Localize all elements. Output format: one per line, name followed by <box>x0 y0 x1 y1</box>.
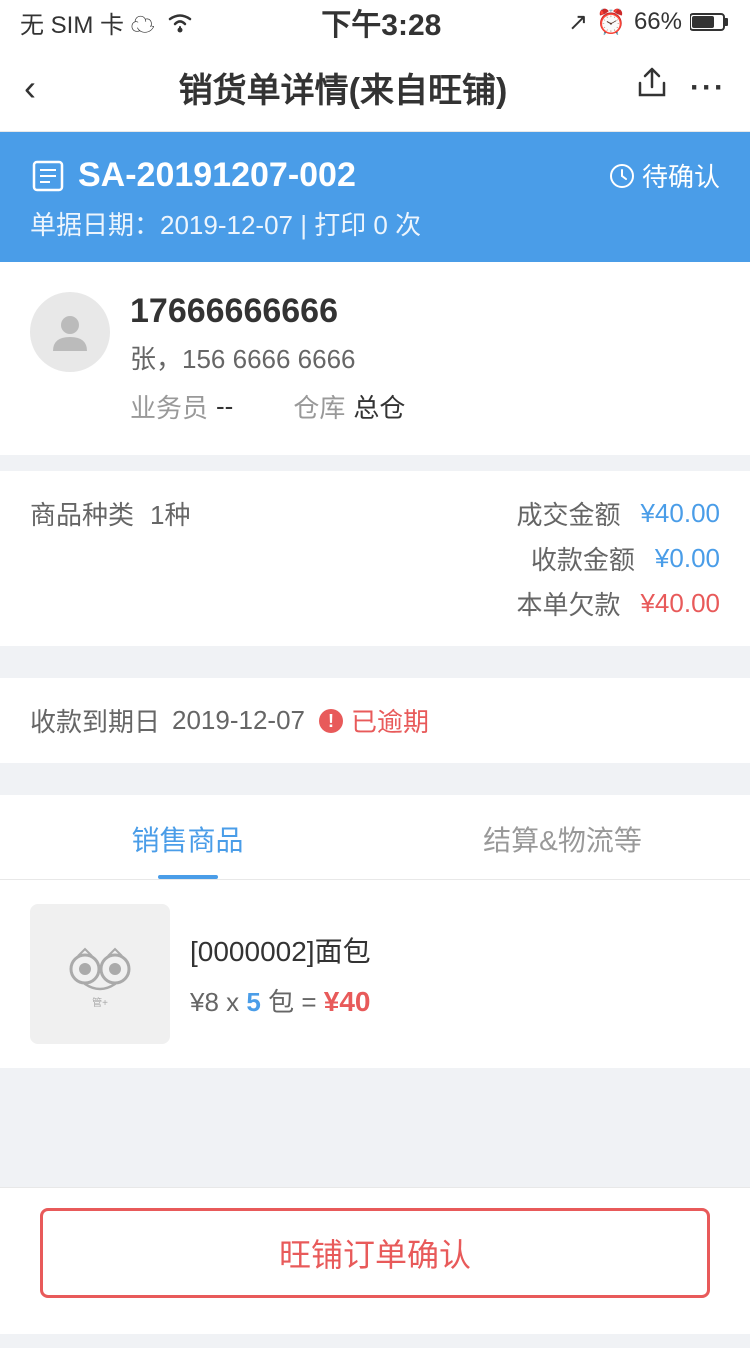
wifi-icon <box>165 11 195 33</box>
order-status: 待确认 <box>608 157 720 194</box>
equals-sign: = <box>301 987 323 1017</box>
customer-name: 张，156 6666 6666 <box>130 339 720 376</box>
received-amount-value: ¥0.00 <box>655 543 720 574</box>
received-amount-label: 收款金额 <box>531 540 635 577</box>
back-button[interactable]: ‹ <box>24 67 36 109</box>
product-types-value: 1种 <box>150 495 190 532</box>
alarm-icon: ⏰ <box>596 8 626 37</box>
owed-amount-value: ¥40.00 <box>640 588 720 619</box>
product-types-label: 商品种类 <box>30 495 134 532</box>
product-details: [0000002]面包 ¥8 x 5 包 = ¥40 <box>190 930 720 1019</box>
customer-section: 17666666666 张，156 6666 6666 业务员 -- 仓库 总仓 <box>0 262 750 455</box>
owed-amount-label: 本单欠款 <box>516 585 620 622</box>
tab-sales-products[interactable]: 销售商品 <box>0 795 375 879</box>
summary-section: 商品种类 1种 成交金额 ¥40.00 收款金额 ¥0.00 本单欠款 ¥40.… <box>0 471 750 646</box>
multiply-sign: x <box>226 987 246 1017</box>
due-date-section: 收款到期日 2019-12-07 ! 已逾期 <box>0 678 750 763</box>
nav-actions: ··· <box>634 65 726 110</box>
tabs-container: 销售商品 结算&物流等 <box>0 795 750 880</box>
warning-icon: ! <box>317 707 345 735</box>
warehouse-label: 仓库 <box>293 388 345 425</box>
due-date-value: 2019-12-07 <box>172 705 305 736</box>
product-total: ¥40 <box>324 986 371 1017</box>
order-id: SA-20191207-002 <box>30 156 356 195</box>
overdue-badge: ! 已逾期 <box>317 702 429 739</box>
order-icon <box>30 158 66 194</box>
confirm-order-button[interactable]: 旺铺订单确认 <box>40 1208 710 1298</box>
tab-settlement[interactable]: 结算&物流等 <box>375 795 750 879</box>
status-time: 下午3:28 <box>321 0 441 44</box>
more-icon[interactable]: ··· <box>690 71 726 105</box>
bottom-bar: 旺铺订单确认 <box>0 1187 750 1334</box>
sales-rep-value: -- <box>216 391 233 422</box>
product-unit: 包 <box>268 987 294 1017</box>
status-left: 无 SIM 卡 ☁ <box>20 5 195 40</box>
svg-text:!: ! <box>328 711 334 731</box>
product-quantity: 5 <box>246 987 260 1017</box>
avatar <box>30 292 110 372</box>
deal-amount-label: 成交金额 <box>516 495 620 532</box>
page-title: 销货单详情(来自旺铺) <box>52 63 634 112</box>
sales-rep-label: 业务员 <box>130 388 208 425</box>
location-icon: ↗ <box>568 8 588 37</box>
no-sim-text: 无 SIM 卡 ☁ <box>20 5 155 40</box>
status-bar: 无 SIM 卡 ☁ 下午3:28 ↗ ⏰ 66% <box>0 0 750 44</box>
battery-text: 66% <box>634 8 682 36</box>
battery-icon <box>690 12 730 32</box>
clock-icon <box>608 162 636 190</box>
tabs: 销售商品 结算&物流等 <box>0 795 750 880</box>
product-thumbnail: 管+ <box>30 904 170 1044</box>
svg-text:管+: 管+ <box>92 996 108 1009</box>
due-date-label: 收款到期日 <box>30 702 160 739</box>
nav-bar: ‹ 销货单详情(来自旺铺) ··· <box>0 44 750 132</box>
product-name: [0000002]面包 <box>190 930 720 970</box>
order-header: SA-20191207-002 待确认 单据日期：2019-12-07 | 打印… <box>0 132 750 262</box>
share-icon[interactable] <box>634 65 670 110</box>
product-price: ¥8 x 5 包 = ¥40 <box>190 982 720 1019</box>
product-item: 管+ [0000002]面包 ¥8 x 5 包 = ¥40 <box>0 880 750 1068</box>
warehouse-value: 总仓 <box>353 388 405 425</box>
deal-amount-value: ¥40.00 <box>640 498 720 529</box>
customer-phone: 17666666666 <box>130 292 720 331</box>
order-date: 单据日期：2019-12-07 | 打印 0 次 <box>30 205 720 242</box>
status-right: ↗ ⏰ 66% <box>568 8 730 37</box>
